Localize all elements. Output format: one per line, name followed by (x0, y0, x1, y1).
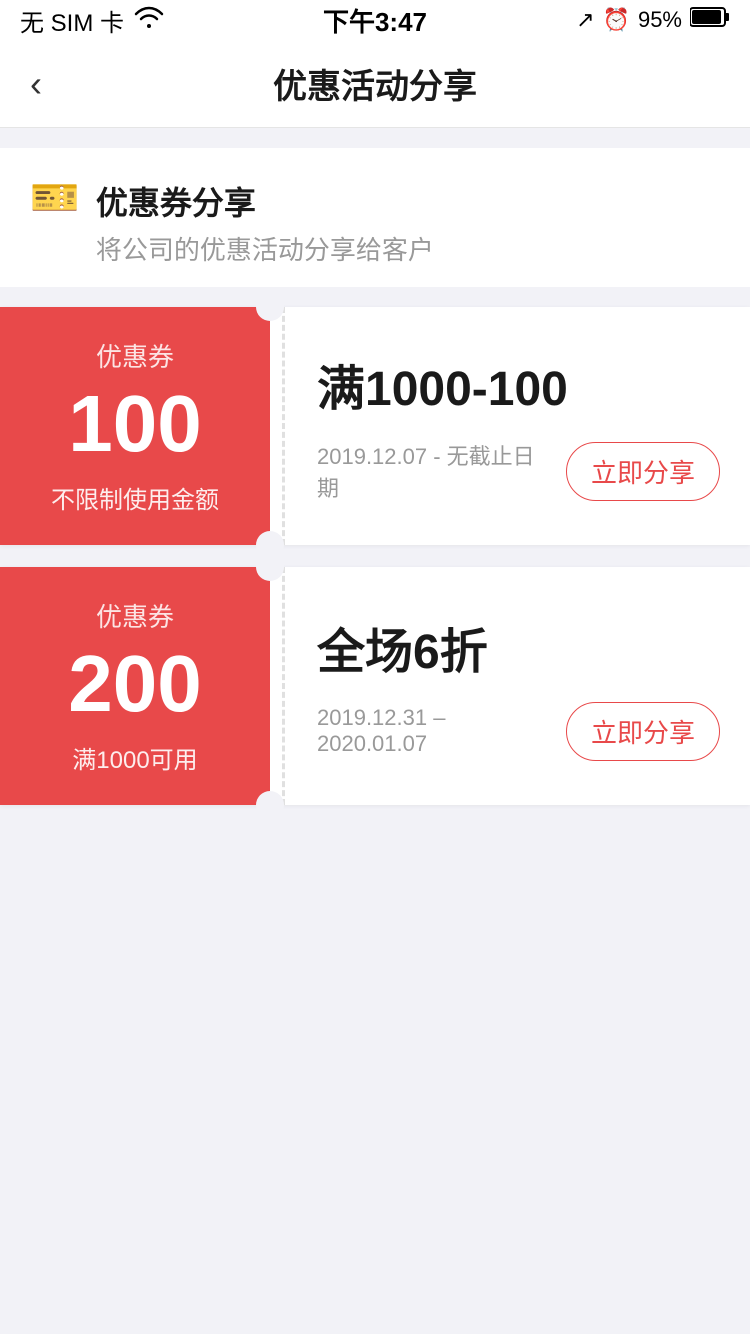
status-left: 无 SIM 卡 (20, 3, 164, 38)
coupon-title-2: 全场6折 (317, 612, 720, 682)
coupon-card-1: 优惠券 100 不限制使用金额 满1000-100 2019.12.07 - 无… (0, 307, 750, 545)
coupon-card-2: 优惠券 200 满1000可用 全场6折 2019.12.31 – 2020.0… (0, 567, 750, 805)
coupon-meta-1: 2019.12.07 - 无截止日期 立即分享 (317, 439, 720, 503)
notch-top-1 (256, 293, 284, 321)
coupon-separator-1 (282, 307, 285, 545)
location-icon: ↗ (576, 7, 594, 33)
coupon-date-2: 2019.12.31 – 2020.01.07 (317, 705, 556, 757)
battery-icon (690, 6, 730, 34)
coupon-share-btn-1[interactable]: 立即分享 (566, 442, 720, 501)
coupon-share-btn-2[interactable]: 立即分享 (566, 702, 720, 761)
coupon-gap (0, 547, 750, 567)
coupon-amount-2: 200 (68, 644, 201, 724)
coupon-condition-2: 满1000可用 (72, 740, 197, 775)
coupon-right-1: 满1000-100 2019.12.07 - 无截止日期 立即分享 (297, 307, 750, 545)
alarm-icon: ⏰ (603, 7, 630, 33)
coupon-label-1: 优惠券 (96, 337, 174, 374)
coupon-amount-1: 100 (68, 384, 201, 464)
coupon-title-1: 满1000-100 (317, 349, 720, 419)
notch-top-2 (256, 553, 284, 581)
coupon-right-2: 全场6折 2019.12.31 – 2020.01.07 立即分享 (297, 567, 750, 805)
wifi-icon (134, 6, 164, 35)
section-header: 🎫 优惠券分享 将公司的优惠活动分享给客户 (0, 148, 750, 287)
status-right: ↗ ⏰ 95% (576, 6, 730, 34)
coupon-label-2: 优惠券 (96, 597, 174, 634)
coupon-card-wrapper-2: 优惠券 200 满1000可用 全场6折 2019.12.31 – 2020.0… (0, 567, 750, 805)
section-text: 优惠券分享 将公司的优惠活动分享给客户 (96, 178, 434, 267)
coupon-list: 优惠券 100 不限制使用金额 满1000-100 2019.12.07 - 无… (0, 307, 750, 805)
background-area (0, 807, 750, 1307)
coupon-condition-1: 不限制使用金额 (51, 480, 219, 515)
section-subtitle: 将公司的优惠活动分享给客户 (96, 230, 434, 267)
battery-text: 95% (638, 7, 682, 33)
section-icon: 🎫 (30, 178, 80, 218)
back-button[interactable]: ‹ (30, 63, 42, 105)
coupon-card-wrapper-1: 优惠券 100 不限制使用金额 满1000-100 2019.12.07 - 无… (0, 307, 750, 545)
status-time: 下午3:47 (323, 2, 427, 39)
coupon-separator-2 (282, 567, 285, 805)
coupon-meta-2: 2019.12.31 – 2020.01.07 立即分享 (317, 702, 720, 761)
coupon-left-2: 优惠券 200 满1000可用 (0, 567, 270, 805)
page-title: 优惠活动分享 (273, 59, 477, 108)
coupon-left-1: 优惠券 100 不限制使用金额 (0, 307, 270, 545)
nav-bar: ‹ 优惠活动分享 (0, 40, 750, 128)
notch-bottom-2 (256, 791, 284, 819)
carrier-text: 无 SIM 卡 (20, 3, 124, 38)
coupon-date-1: 2019.12.07 - 无截止日期 (317, 439, 556, 503)
section-title: 优惠券分享 (96, 178, 434, 224)
status-bar: 无 SIM 卡 下午3:47 ↗ ⏰ 95% (0, 0, 750, 40)
